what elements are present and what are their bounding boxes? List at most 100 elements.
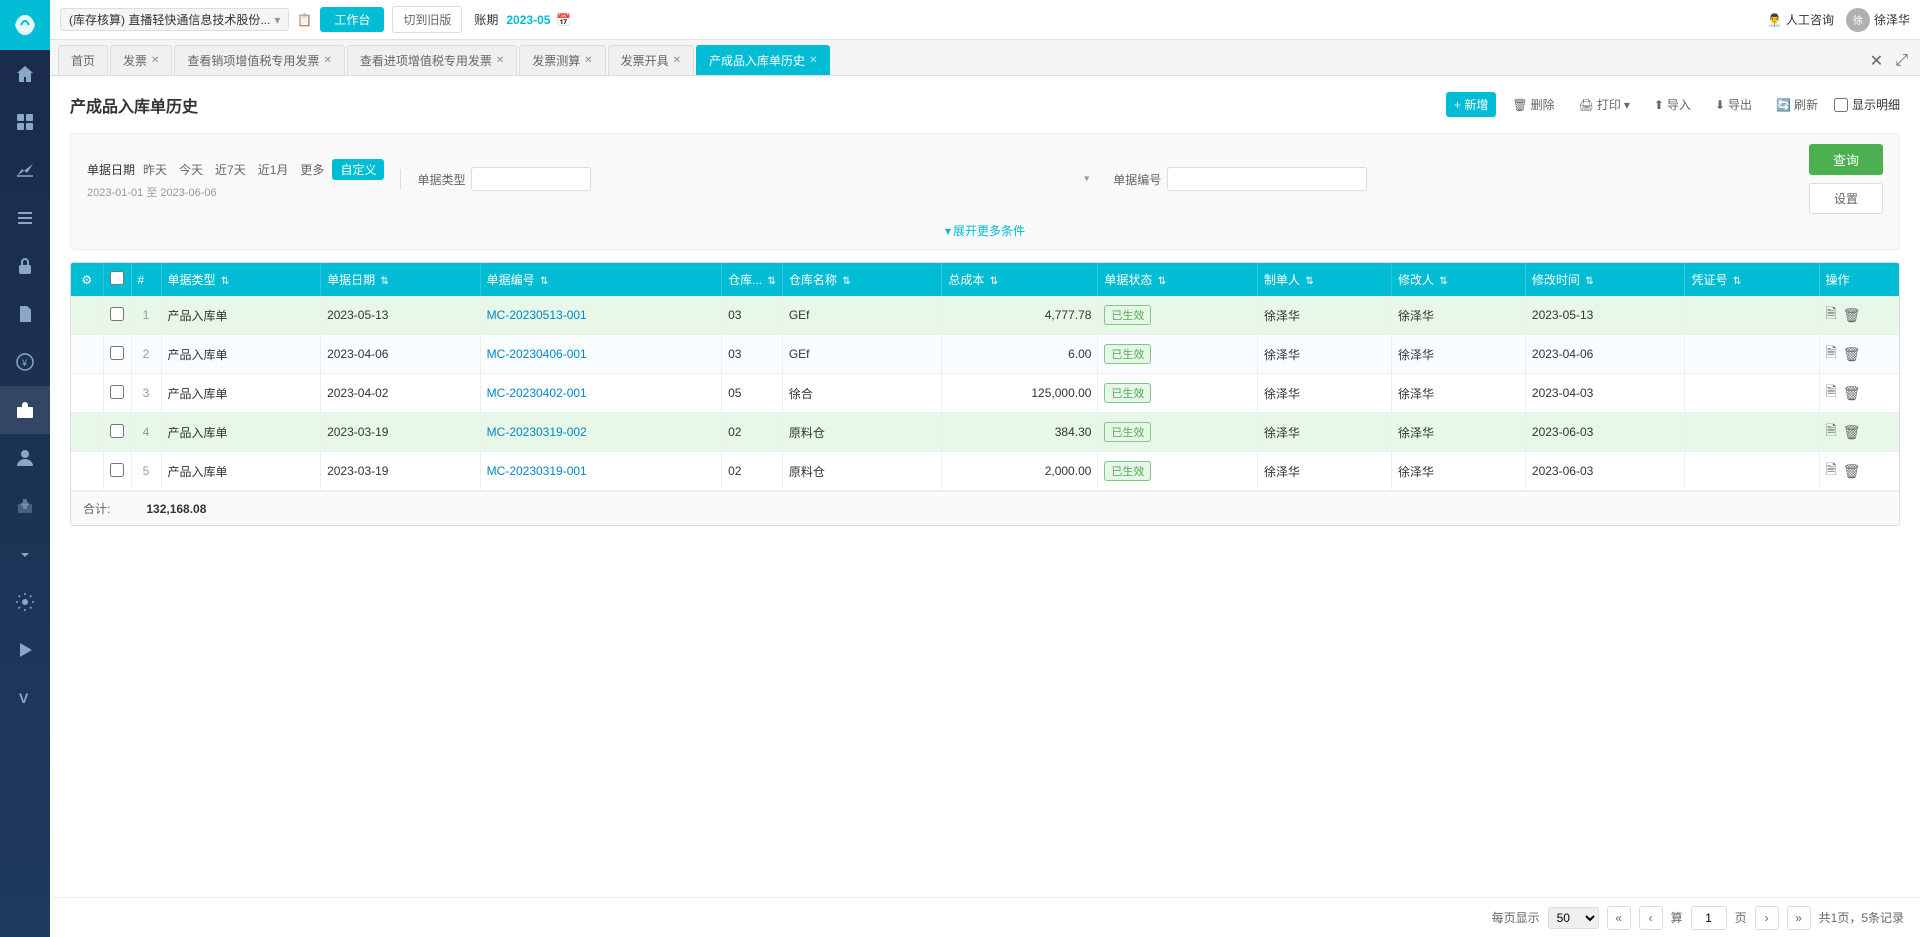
col-modifier[interactable]: 修改人 ⇅ — [1391, 263, 1525, 296]
import-button[interactable]: ⬆ 导入 — [1646, 92, 1699, 117]
col-modify-time[interactable]: 修改时间 ⇅ — [1525, 263, 1685, 296]
col-voucher[interactable]: 凭证号 ⇅ — [1685, 263, 1819, 296]
tab-sales-vat-close-icon[interactable]: ✕ — [323, 55, 331, 66]
shortcut-7days[interactable]: 近7天 — [211, 159, 250, 180]
tab-product-history-close-icon[interactable]: ✕ — [809, 55, 817, 66]
sidebar-item-settings[interactable] — [0, 578, 50, 626]
calendar-icon[interactable]: 📅 — [556, 13, 571, 27]
sidebar-item-puzzle[interactable] — [0, 482, 50, 530]
show-detail-input[interactable] — [1834, 98, 1848, 112]
col-number[interactable]: 单据编号 ⇅ — [480, 263, 721, 296]
page-number-input[interactable] — [1691, 906, 1727, 930]
row-delete-icon[interactable]: 🗑 — [1843, 307, 1861, 324]
tab-product-history[interactable]: 产成品入库单历史 ✕ — [696, 45, 830, 75]
sidebar-item-dashboard[interactable] — [0, 98, 50, 146]
col-settings[interactable]: ⚙ — [71, 263, 103, 296]
row-delete-icon[interactable]: 🗑 — [1843, 385, 1861, 402]
reset-button[interactable]: 设置 — [1809, 183, 1883, 214]
tab-invoice-calc-close-icon[interactable]: ✕ — [584, 55, 592, 66]
sidebar-item-home[interactable] — [0, 50, 50, 98]
row-delete-icon[interactable]: 🗑 — [1843, 346, 1861, 363]
tab-invoice[interactable]: 发票 ✕ — [110, 45, 172, 75]
row-number-cell[interactable]: MC-20230402-001 — [480, 374, 721, 413]
row-checkbox-1[interactable] — [110, 346, 124, 360]
shortcut-1month[interactable]: 近1月 — [254, 159, 293, 180]
row-edit-icon[interactable]: 🗎 — [1826, 459, 1837, 483]
tab-invoice-open-close-icon[interactable]: ✕ — [673, 55, 681, 66]
shortcut-today[interactable]: 今天 — [175, 159, 207, 180]
sidebar-item-box[interactable] — [0, 386, 50, 434]
delete-button[interactable]: 🗑 删除 — [1504, 92, 1562, 117]
row-delete-icon[interactable]: 🗑 — [1843, 424, 1861, 441]
footer-total: 132,168.08 — [146, 502, 206, 516]
sidebar-item-list[interactable] — [0, 194, 50, 242]
sidebar-item-doc[interactable] — [0, 290, 50, 338]
sidebar-item-lock[interactable] — [0, 242, 50, 290]
row-number-cell[interactable]: MC-20230406-001 — [480, 335, 721, 374]
col-creator[interactable]: 制单人 ⇅ — [1258, 263, 1392, 296]
col-warehouse-code[interactable]: 仓库... ⇅ — [722, 263, 783, 296]
expand-filter-button[interactable]: ▾ 展开更多条件 — [945, 222, 1025, 239]
sidebar-item-download[interactable] — [0, 530, 50, 578]
row-checkbox-3[interactable] — [110, 424, 124, 438]
tab-invoice-calc[interactable]: 发票测算 ✕ — [519, 45, 605, 75]
row-wcode-cell: 02 — [722, 452, 783, 491]
tab-expand-button[interactable]: ⤢ — [1891, 48, 1912, 74]
tab-input-vat[interactable]: 查看进项增值税专用发票 ✕ — [347, 45, 517, 75]
row-edit-icon[interactable]: 🗎 — [1826, 420, 1837, 444]
print-button[interactable]: 🖨 打印 ▾ — [1571, 92, 1638, 117]
page-size-select[interactable]: 50 20 100 — [1548, 907, 1599, 929]
last-page-button[interactable]: » — [1787, 906, 1811, 930]
first-page-button[interactable]: « — [1607, 906, 1631, 930]
row-edit-icon[interactable]: 🗎 — [1826, 303, 1837, 327]
next-page-button[interactable]: › — [1755, 906, 1779, 930]
company-selector[interactable]: (库存核算) 直播轻快通信息技术股份... ▾ — [60, 8, 289, 31]
shortcut-yesterday[interactable]: 昨天 — [139, 159, 171, 180]
col-total-cost[interactable]: 总成本 ⇅ — [942, 263, 1098, 296]
row-number-cell[interactable]: MC-20230319-002 — [480, 413, 721, 452]
user-menu[interactable]: 徐 徐泽华 — [1846, 8, 1910, 32]
tab-home-label: 首页 — [71, 52, 95, 69]
workbench-button[interactable]: 工作台 — [320, 7, 384, 32]
col-type[interactable]: 单据类型 ⇅ — [161, 263, 321, 296]
shortcut-more[interactable]: 更多 — [296, 159, 328, 180]
number-filter-input[interactable] — [1167, 167, 1367, 191]
prev-page-button[interactable]: ‹ — [1639, 906, 1663, 930]
row-mtime-cell: 2023-04-06 — [1525, 335, 1685, 374]
sidebar-item-v[interactable]: V — [0, 674, 50, 722]
row-voucher-cell — [1685, 452, 1819, 491]
doc-icon[interactable]: 📋 — [297, 13, 312, 27]
tab-invoice-open[interactable]: 发票开具 ✕ — [608, 45, 694, 75]
row-delete-icon[interactable]: 🗑 — [1843, 463, 1861, 480]
new-button[interactable]: + 新增 — [1446, 92, 1496, 117]
sidebar-item-money[interactable]: ¥ — [0, 338, 50, 386]
col-warehouse-name[interactable]: 仓库名称 ⇅ — [782, 263, 942, 296]
tab-invoice-close-icon[interactable]: ✕ — [151, 55, 159, 66]
sidebar-item-play[interactable] — [0, 626, 50, 674]
tab-input-vat-close-icon[interactable]: ✕ — [496, 55, 504, 66]
row-edit-icon[interactable]: 🗎 — [1826, 342, 1837, 366]
sidebar-item-person[interactable] — [0, 434, 50, 482]
col-status[interactable]: 单据状态 ⇅ — [1098, 263, 1258, 296]
type-select[interactable]: 产品入库单 — [471, 167, 591, 191]
export-button[interactable]: ⬇ 导出 — [1707, 92, 1760, 117]
tab-sales-vat[interactable]: 查看销项增值税专用发票 ✕ — [174, 45, 344, 75]
tab-close-all-button[interactable]: ✕ — [1866, 47, 1887, 75]
history-version-button[interactable]: 切到旧版 — [392, 6, 462, 33]
row-checkbox-4[interactable] — [110, 463, 124, 477]
shortcut-custom[interactable]: 自定义 — [332, 159, 384, 180]
row-checkbox-0[interactable] — [110, 307, 124, 321]
row-edit-icon[interactable]: 🗎 — [1826, 381, 1837, 405]
sidebar-item-chart[interactable] — [0, 146, 50, 194]
row-number-cell[interactable]: MC-20230319-001 — [480, 452, 721, 491]
row-check-cell — [103, 452, 131, 491]
tab-home[interactable]: 首页 — [58, 45, 108, 75]
service-button[interactable]: 👨‍💼 人工咨询 — [1767, 11, 1834, 28]
show-detail-checkbox[interactable]: 显示明细 — [1834, 92, 1900, 117]
row-checkbox-2[interactable] — [110, 385, 124, 399]
select-all-checkbox[interactable] — [110, 271, 124, 285]
refresh-button[interactable]: 🔄 刷新 — [1768, 92, 1826, 117]
query-button[interactable]: 查询 — [1809, 144, 1883, 175]
col-date[interactable]: 单据日期 ⇅ — [321, 263, 481, 296]
row-number-cell[interactable]: MC-20230513-001 — [480, 296, 721, 335]
